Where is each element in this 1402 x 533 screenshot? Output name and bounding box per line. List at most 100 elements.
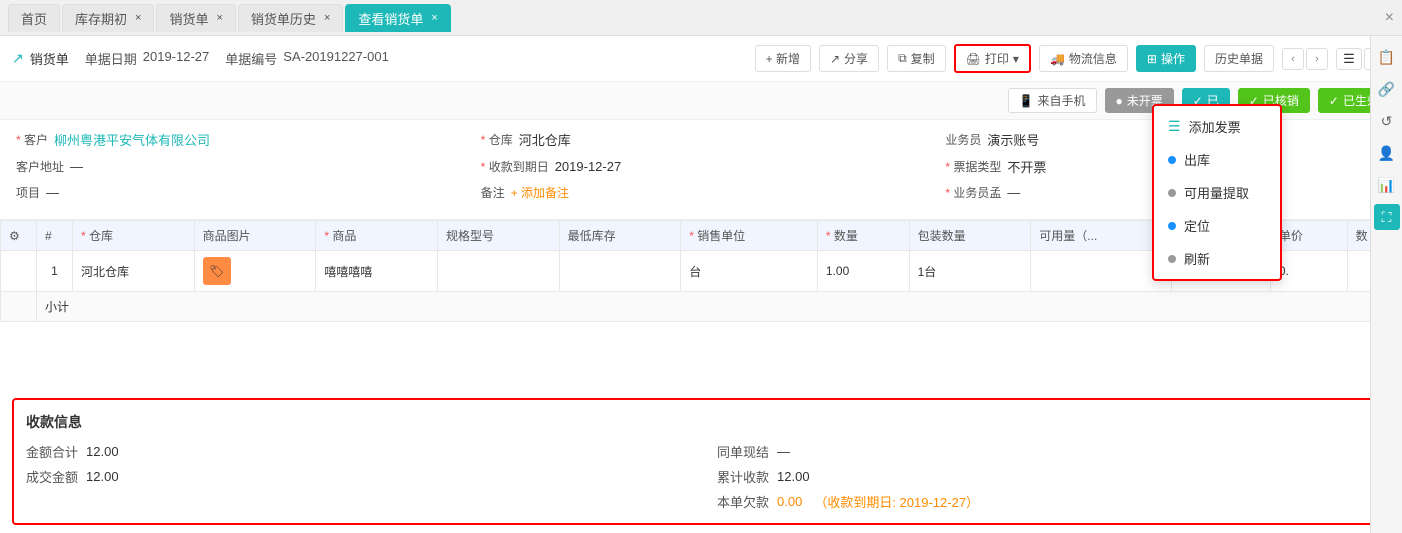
refresh-dot [1168, 255, 1176, 263]
row-qty: 1.00 [817, 251, 909, 292]
customer-value[interactable]: 柳州粤港平安气体有限公司 [54, 130, 210, 149]
address-field: 客户地址 — [16, 158, 457, 175]
th-unit: * 销售单位 [681, 221, 818, 251]
same-order-label: 同单现结 [717, 442, 769, 461]
total-label: 金额合计 [26, 442, 78, 461]
doc-number-label: 单据编号 [225, 49, 277, 68]
deal-label: 成交金额 [26, 467, 78, 486]
refresh-label: 刷新 [1184, 249, 1210, 268]
sidebar-user-icon[interactable]: 👤 [1374, 140, 1400, 166]
print-btn[interactable]: 🖨 打印 ▾ [954, 44, 1031, 73]
sidebar-doc-icon[interactable]: 📋 [1374, 44, 1400, 70]
cumulative-row: 累计收款 12.00 [717, 467, 1376, 486]
tab-sales-history[interactable]: 销货单历史 × [238, 4, 343, 32]
owed-due-note: （收款到期日: 2019-12-27） [814, 492, 979, 511]
add-note-btn[interactable]: + 添加备注 [511, 184, 569, 201]
row-min-stock [559, 251, 681, 292]
tab-sales[interactable]: 销货单 × [156, 4, 235, 32]
sales-staff-label: 业务员孟 [945, 184, 1001, 201]
payment-grid: 金额合计 12.00 成交金额 12.00 同单现结 — 累计收款 12.00 [26, 442, 1376, 511]
doc-type-label: 销货单 [30, 49, 69, 68]
close-window-btn[interactable]: × [1385, 9, 1394, 27]
add-invoice-icon: ☰ [1168, 118, 1181, 135]
row-warehouse: 河北仓库 [73, 251, 195, 292]
effective-icon: ✓ [1329, 94, 1339, 108]
payment-left: 金额合计 12.00 成交金额 12.00 [26, 442, 685, 511]
dropdown-available-qty[interactable]: 可用量提取 [1154, 176, 1280, 209]
share-icon: ↗ [830, 52, 840, 66]
cumulative-label: 累计收款 [717, 467, 769, 486]
subtotal-settings [1, 292, 37, 322]
doc-actions: + 新增 ↗ 分享 ⧉ 复制 🖨 打印 ▾ 🚚 物流信息 ⊞ 操作 [755, 44, 1390, 73]
share-btn[interactable]: ↗ 分享 [819, 45, 879, 72]
warehouse-label: 仓库 [481, 131, 513, 148]
tab-inventory[interactable]: 库存期初 × [62, 4, 154, 32]
next-arrow[interactable]: › [1306, 48, 1328, 70]
total-value: 12.00 [86, 444, 119, 459]
dropdown-refresh[interactable]: 刷新 [1154, 242, 1280, 275]
payment-right: 同单现结 — 累计收款 12.00 本单欠款 0.00 （收款到期日: 2019… [717, 442, 1376, 511]
tab-home[interactable]: 首页 [8, 4, 60, 32]
right-sidebar: 📋 🔗 ↺ 👤 📊 ⛶ [1370, 36, 1402, 533]
due-date-value: 2019-12-27 [555, 159, 622, 174]
history-btn[interactable]: 历史单据 [1204, 45, 1274, 72]
print-icon: 🖨 [966, 52, 981, 66]
from-phone-btn[interactable]: 📱 来自手机 [1008, 88, 1097, 113]
sidebar-refresh-icon[interactable]: ↺ [1374, 108, 1400, 134]
logistics-btn[interactable]: 🚚 物流信息 [1039, 45, 1128, 72]
main-content: ↗ 销货单 单据日期 2019-12-27 单据编号 SA-20191227-0… [0, 36, 1402, 533]
due-date-label: 收款到期日 [481, 158, 549, 175]
doc-date-group: 单据日期 2019-12-27 [85, 49, 210, 68]
cumulative-value: 12.00 [777, 469, 810, 484]
tab-view-sales[interactable]: 查看销货单 × [345, 4, 450, 32]
total-row: 金额合计 12.00 [26, 442, 685, 461]
nav-arrows: ‹ › [1282, 48, 1328, 70]
th-available: 可用量（... [1031, 221, 1171, 251]
new-btn[interactable]: + 新增 [755, 45, 811, 72]
th-settings[interactable]: ⚙ [1, 221, 37, 251]
outbound-label: 出库 [1184, 150, 1210, 169]
prev-arrow[interactable]: ‹ [1282, 48, 1304, 70]
row-unit: 台 [681, 251, 818, 292]
doc-meta: 单据日期 2019-12-27 单据编号 SA-20191227-001 [85, 49, 389, 68]
deal-row: 成交金额 12.00 [26, 467, 685, 486]
doc-number-value: SA-20191227-001 [283, 49, 389, 68]
tab-sales-history-close[interactable]: × [324, 12, 330, 24]
row-image: 🏷 [194, 251, 316, 292]
th-warehouse: * 仓库 [73, 221, 195, 251]
th-num: # [37, 221, 73, 251]
dropdown-outbound[interactable]: 出库 [1154, 143, 1280, 176]
tab-sales-close[interactable]: × [216, 12, 222, 24]
project-label: 项目 [16, 184, 40, 201]
sidebar-chart-icon[interactable]: 📊 [1374, 172, 1400, 198]
locate-label: 定位 [1184, 216, 1210, 235]
address-label: 客户地址 [16, 158, 64, 175]
row-settings [1, 251, 37, 292]
owed-value: 0.00 [777, 494, 802, 509]
available-qty-dot [1168, 189, 1176, 197]
list-view-btn[interactable]: ☰ [1336, 48, 1362, 70]
staff-label: 业务员 [945, 131, 981, 148]
print-chevron-icon: ▾ [1013, 52, 1019, 66]
row-num: 1 [37, 251, 73, 292]
address-value: — [70, 159, 83, 174]
sidebar-expand-icon[interactable]: ⛶ [1374, 204, 1400, 230]
copy-btn[interactable]: ⧉ 复制 [887, 45, 946, 72]
dropdown-add-invoice[interactable]: ☰ 添加发票 [1154, 110, 1280, 143]
th-qty: * 数量 [817, 221, 909, 251]
note-label: 备注 [481, 184, 505, 201]
project-field: 项目 — [16, 184, 457, 201]
note-field: 备注 + 添加备注 [481, 184, 922, 201]
operation-btn[interactable]: ⊞ 操作 [1136, 45, 1196, 72]
due-date-field: 收款到期日 2019-12-27 [481, 158, 922, 175]
tab-inventory-close[interactable]: × [135, 12, 141, 24]
dropdown-locate[interactable]: 定位 [1154, 209, 1280, 242]
th-pack-qty: 包装数量 [909, 221, 1031, 251]
copy-icon: ⧉ [898, 51, 907, 66]
row-product: 嘻嘻嘻嘻 [316, 251, 438, 292]
row-available [1031, 251, 1171, 292]
sidebar-link-icon[interactable]: 🔗 [1374, 76, 1400, 102]
add-invoice-label: 添加发票 [1189, 117, 1241, 136]
th-image: 商品图片 [194, 221, 316, 251]
tab-view-sales-close[interactable]: × [431, 12, 437, 24]
